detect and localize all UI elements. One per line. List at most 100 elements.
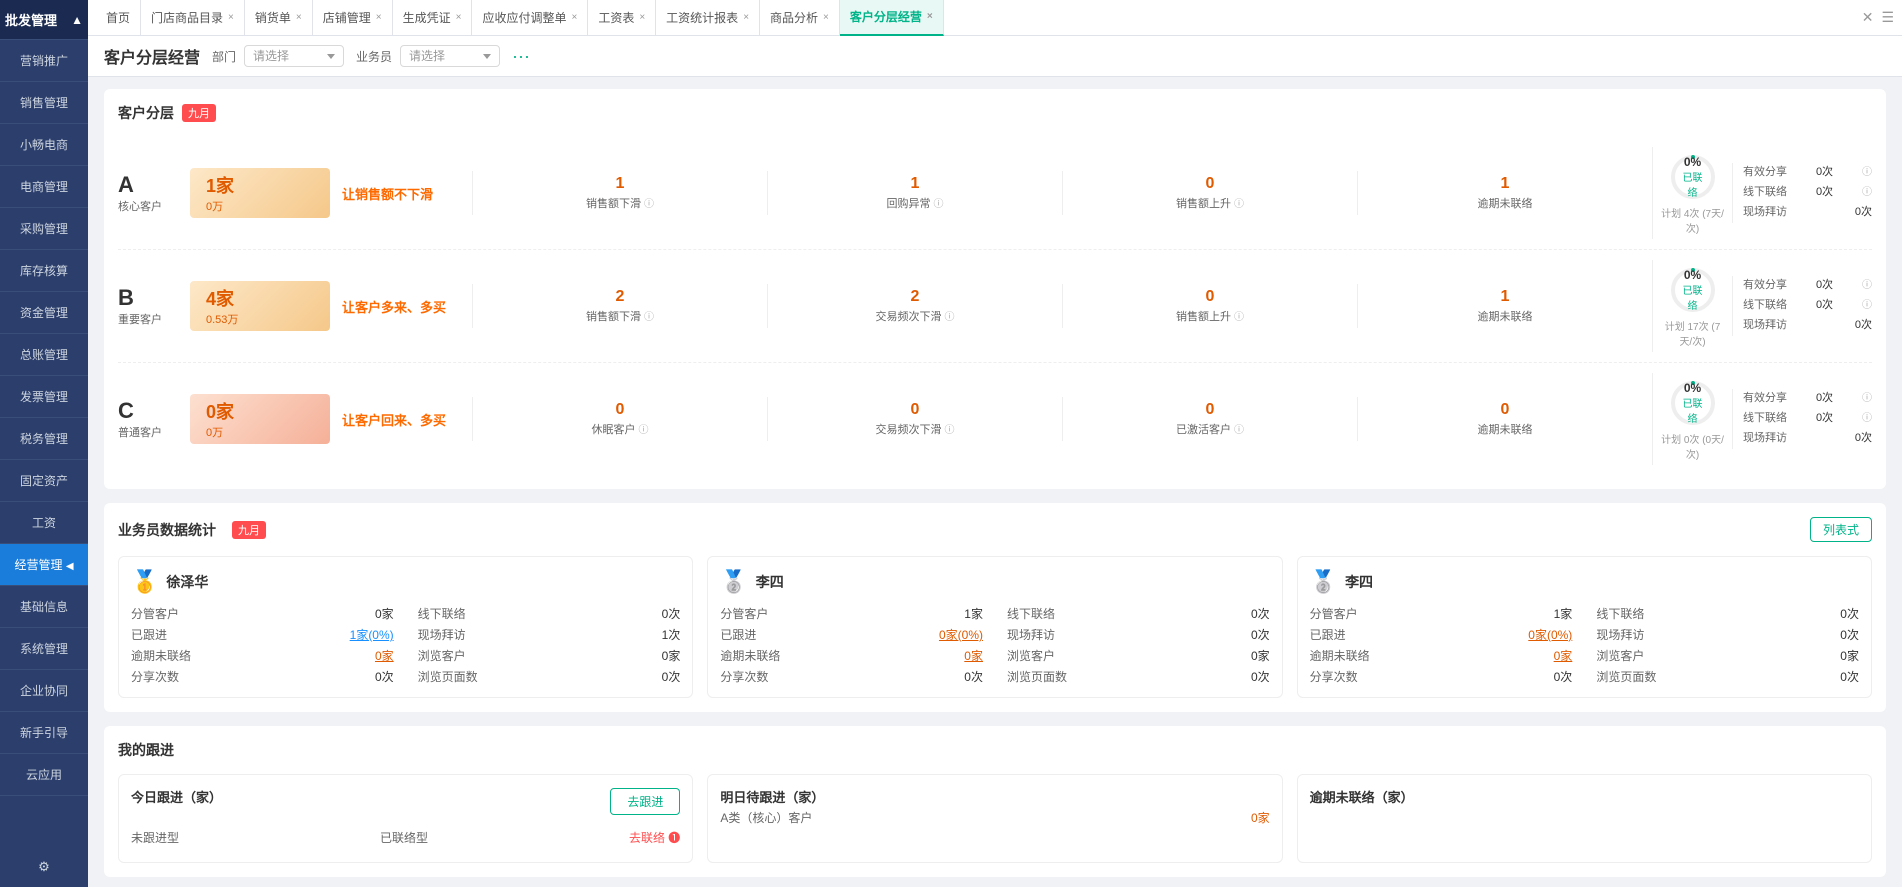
sidebar-logo[interactable]: 批发管理 ▲ [0, 0, 88, 40]
sidebar: 批发管理 ▲ 营销推广 销售管理 小畅电商 电商管理 采购管理 库存核算 资金管… [0, 0, 88, 887]
right-stat-label: 有效分享 [1743, 389, 1787, 409]
tier-stat-0[interactable]: 0 休眠客户 ⓘ [472, 397, 767, 441]
sp-stat-val: 0家 [1840, 647, 1859, 664]
tier-letter: B [118, 285, 178, 311]
sidebar-item-sales[interactable]: 销售管理 [0, 82, 88, 124]
tier-stat-3[interactable]: 1 逾期未联络 [1357, 171, 1652, 215]
sp-stat: 逾期未联络 0家 [131, 647, 394, 664]
sidebar-item-label: 系统管理 [20, 642, 68, 656]
tab-label: 生成凭证 [403, 9, 451, 26]
close-icon[interactable]: × [456, 12, 462, 23]
tier-stat-2[interactable]: 0 销售额上升 ⓘ [1062, 284, 1357, 328]
tab-sales-order[interactable]: 销货单 × [245, 0, 313, 36]
tab-home[interactable]: 首页 [96, 0, 141, 36]
sidebar-item-ecom[interactable]: 电商管理 [0, 166, 88, 208]
sidebar-item-purchase[interactable]: 采购管理 [0, 208, 88, 250]
stat-label: 逾期未联络 [1366, 308, 1644, 324]
sidebar-logo-text: 批发管理 [5, 10, 57, 29]
page-title: 客户分层经营 [104, 44, 200, 68]
sidebar-item-guide[interactable]: 新手引导 [0, 712, 88, 754]
sidebar-item-inventory[interactable]: 库存核算 [0, 250, 88, 292]
tier-stat-2[interactable]: 0 已激活客户 ⓘ [1062, 397, 1357, 441]
tier-count-num: 1家 [206, 172, 330, 198]
sidebar-item-ledger[interactable]: 总账管理 [0, 334, 88, 376]
tab-generate-voucher[interactable]: 生成凭证 × [393, 0, 473, 36]
tab-menu-icon[interactable]: ☰ [1881, 9, 1894, 26]
tier-count-b[interactable]: 4家 0.53万 [190, 281, 330, 331]
close-icon[interactable]: × [228, 12, 234, 23]
overdue-title: 逾期未联络（家） [1310, 790, 1414, 805]
tier-count-a[interactable]: 1家 0万 [190, 168, 330, 218]
tier-stat-1[interactable]: 1 回购异常 ⓘ [767, 171, 1062, 215]
tier-stat-1[interactable]: 2 交易频次下滑 ⓘ [767, 284, 1062, 328]
sidebar-item-marketing[interactable]: 营销推广 [0, 40, 88, 82]
tab-customer-tier[interactable]: 客户分层经营 × [840, 0, 944, 36]
tab-payroll[interactable]: 工资表 × [588, 0, 656, 36]
close-icon[interactable]: × [743, 12, 749, 23]
customer-tier-section: 客户分层 九月 A 核心客户 1家 0万 让销售额不下滑 [104, 89, 1886, 489]
sp-stat-val[interactable]: 0家 [1554, 647, 1573, 664]
tab-ap-adjust[interactable]: 应收应付调整单 × [472, 0, 588, 36]
sidebar-expand-icon: ◀ [66, 561, 74, 572]
salesman-select[interactable]: 请选择 [400, 45, 500, 67]
sidebar-item-fixed-assets[interactable]: 固定资产 [0, 460, 88, 502]
sidebar-item-collab[interactable]: 企业协同 [0, 670, 88, 712]
tier-stat-3[interactable]: 1 逾期未联络 [1357, 284, 1652, 328]
more-filters-icon[interactable]: ··· [512, 46, 530, 67]
tab-payroll-report[interactable]: 工资统计报表 × [656, 0, 760, 36]
sidebar-item-invoice[interactable]: 发票管理 [0, 376, 88, 418]
go-followup-button[interactable]: 去跟进 [610, 788, 680, 815]
sidebar-settings[interactable]: ⚙ [0, 847, 88, 887]
sidebar-item-management[interactable]: 经营管理 ◀ [0, 544, 88, 586]
right-stat-1: 线下联络 0次 ⓘ [1743, 296, 1872, 316]
sp-stat-val[interactable]: 0家 [964, 647, 983, 664]
close-icon[interactable]: × [571, 12, 577, 23]
tab-store-mgmt[interactable]: 店铺管理 × [313, 0, 393, 36]
sp-stat-val[interactable]: 1家(0%) [350, 626, 394, 643]
close-icon[interactable]: × [823, 12, 829, 23]
today-body: 未跟进型 已联络型 去联络 ❶ [131, 826, 680, 850]
tier-stat-3[interactable]: 0 逾期未联络 [1357, 397, 1652, 441]
close-icon[interactable]: × [639, 12, 645, 23]
stat-num: 1 [481, 175, 759, 193]
tier-stat-1[interactable]: 0 交易频次下滑 ⓘ [767, 397, 1062, 441]
sp-stat-label: 分管客户 [1310, 605, 1358, 622]
tier-stat-0[interactable]: 1 销售额下滑 ⓘ [472, 171, 767, 215]
tier-count-c[interactable]: 0家 0万 [190, 394, 330, 444]
salesperson-section: 业务员数据统计 九月 列表式 🥇 徐泽华 分管客户 0家 [104, 503, 1886, 712]
sidebar-item-cloud[interactable]: 云应用 [0, 754, 88, 796]
sp-stat-label: 分享次数 [1310, 668, 1358, 685]
sidebar-item-tax[interactable]: 税务管理 [0, 418, 88, 460]
tier-stat-2[interactable]: 0 销售额上升 ⓘ [1062, 171, 1357, 215]
stat-label: 交易频次下滑 ⓘ [776, 308, 1054, 324]
sp-stat: 逾期未联络 0家 [1310, 647, 1573, 664]
sidebar-collapse-icon[interactable]: ▲ [71, 13, 83, 27]
sidebar-item-basic-info[interactable]: 基础信息 [0, 586, 88, 628]
sp-stat-val[interactable]: 0家 [375, 647, 394, 664]
close-icon[interactable]: × [376, 12, 382, 23]
sp-stat-val[interactable]: 0家(0%) [1528, 626, 1572, 643]
sidebar-item-salary[interactable]: 工资 [0, 502, 88, 544]
sp-stat: 已跟进 0家(0%) [1310, 626, 1573, 643]
tab-product-analysis[interactable]: 商品分析 × [760, 0, 840, 36]
info-icon: ⓘ [1862, 184, 1872, 202]
sidebar-item-finance[interactable]: 资金管理 [0, 292, 88, 334]
close-icon[interactable]: × [927, 11, 933, 22]
right-stat-val: 0次 [1816, 163, 1833, 183]
tab-store-products[interactable]: 门店商品目录 × [141, 0, 245, 36]
sp-stat: 现场拜访 1次 [418, 626, 681, 643]
sp-stat: 现场拜访 0次 [1596, 626, 1859, 643]
sp-stat-val[interactable]: 0家(0%) [939, 626, 983, 643]
dept-select[interactable]: 请选择 [244, 45, 344, 67]
close-icon[interactable]: × [296, 12, 302, 23]
sp-stat: 浏览页面数 0次 [1007, 668, 1270, 685]
tab-close-all-icon[interactable]: ✕ [1862, 9, 1874, 26]
sidebar-item-ecom-small[interactable]: 小畅电商 [0, 124, 88, 166]
sp-stat-label: 浏览客户 [1596, 647, 1644, 664]
sp-stat-val: 0次 [1840, 605, 1859, 622]
sidebar-item-system[interactable]: 系统管理 [0, 628, 88, 670]
tier-row-b: B 重要客户 4家 0.53万 让客户多来、多买 2 销售额下滑 ⓘ [118, 250, 1872, 363]
tier-stat-0[interactable]: 2 销售额下滑 ⓘ [472, 284, 767, 328]
right-stat-1: 线下联络 0次 ⓘ [1743, 183, 1872, 203]
list-view-button[interactable]: 列表式 [1810, 517, 1872, 542]
